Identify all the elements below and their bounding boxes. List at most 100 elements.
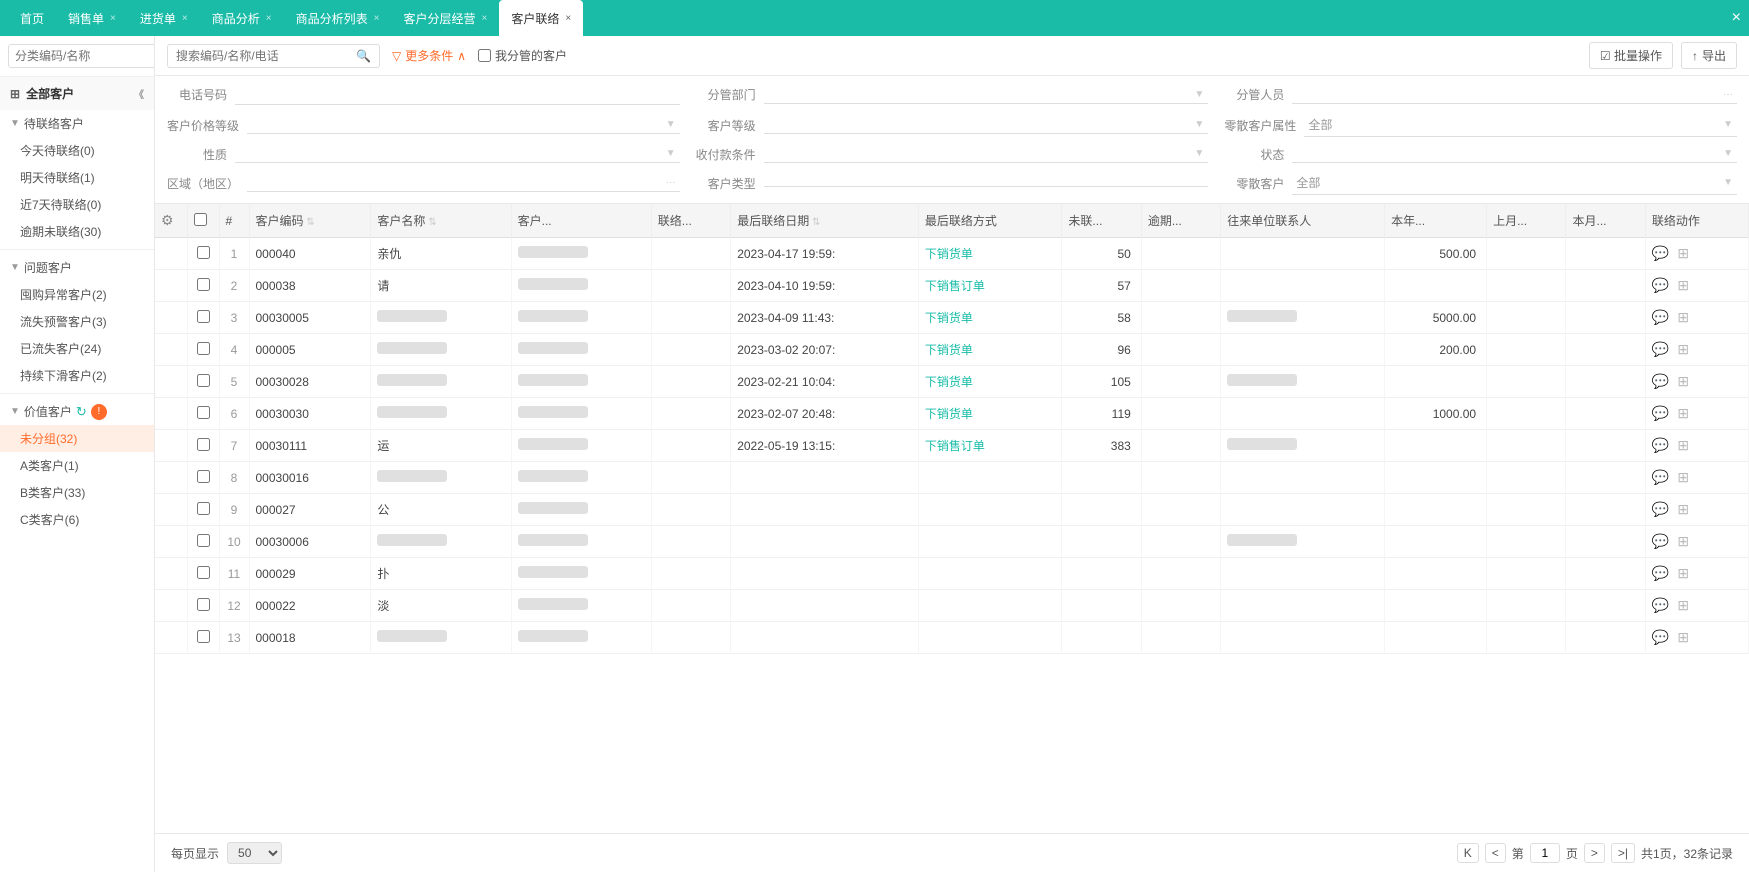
- grid-action-icon[interactable]: ⊞: [1677, 533, 1689, 550]
- row-checkbox[interactable]: [197, 310, 210, 323]
- tab-customer-tier[interactable]: 客户分层经营 ×: [391, 0, 499, 36]
- status-select[interactable]: ▼: [1292, 145, 1737, 163]
- grid-action-icon[interactable]: ⊞: [1677, 469, 1689, 486]
- col-code[interactable]: 客户编码: [249, 204, 371, 238]
- chat-icon[interactable]: 💬: [1652, 565, 1669, 582]
- tab-purchase-close[interactable]: ×: [182, 13, 188, 24]
- chat-icon[interactable]: 💬: [1652, 469, 1669, 486]
- last-method-link[interactable]: 下销售订单: [925, 279, 985, 293]
- chat-icon[interactable]: 💬: [1652, 277, 1669, 294]
- tab-product-analysis-close[interactable]: ×: [266, 13, 272, 24]
- row-checkbox[interactable]: [197, 470, 210, 483]
- retail-attr-select[interactable]: 全部 ▼: [1304, 113, 1737, 137]
- tab-product-analysis-list-close[interactable]: ×: [374, 13, 380, 24]
- sidebar-item-churn-warning[interactable]: 流失预警客户(3): [0, 308, 154, 335]
- tab-product-analysis[interactable]: 商品分析 ×: [200, 0, 284, 36]
- row-checkbox[interactable]: [197, 342, 210, 355]
- chat-icon[interactable]: 💬: [1652, 501, 1669, 518]
- row-checkbox[interactable]: [197, 630, 210, 643]
- grid-action-icon[interactable]: ⊞: [1677, 597, 1689, 614]
- col-last-date[interactable]: 最后联络日期: [731, 204, 919, 238]
- last-method-link[interactable]: 下销货单: [925, 375, 973, 389]
- next-page-btn[interactable]: >: [1584, 843, 1605, 863]
- row-checkbox[interactable]: [197, 566, 210, 579]
- last-method-link[interactable]: 下销货单: [925, 343, 973, 357]
- export-button[interactable]: ↑ 导出: [1681, 42, 1737, 69]
- row-checkbox[interactable]: [197, 438, 210, 451]
- grid-action-icon[interactable]: ⊞: [1677, 405, 1689, 422]
- tab-home[interactable]: 首页: [8, 0, 56, 36]
- last-method-link[interactable]: 下销货单: [925, 311, 973, 325]
- first-page-btn[interactable]: K: [1457, 843, 1479, 863]
- last-page-btn[interactable]: >|: [1611, 843, 1635, 863]
- row-checkbox[interactable]: [197, 598, 210, 611]
- window-close-icon[interactable]: ×: [1732, 9, 1741, 27]
- sidebar-item-tomorrow[interactable]: 明天待联络(1): [0, 164, 154, 191]
- sidebar-group-problem[interactable]: ▼ 问题客户: [0, 254, 154, 281]
- dept-select[interactable]: ▼: [764, 86, 1209, 104]
- sidebar-item-declining[interactable]: 持续下滑客户(2): [0, 362, 154, 389]
- search-input[interactable]: [176, 49, 356, 63]
- last-method-link[interactable]: 下销货单: [925, 407, 973, 421]
- chat-icon[interactable]: 💬: [1652, 437, 1669, 454]
- customer-type-select[interactable]: [764, 180, 1209, 187]
- page-input[interactable]: [1530, 843, 1560, 863]
- prev-page-btn[interactable]: <: [1485, 843, 1506, 863]
- customer-grade-select[interactable]: ▼: [764, 116, 1209, 134]
- col-settings[interactable]: ⚙: [155, 204, 187, 238]
- retail-customer-select[interactable]: 全部 ▼: [1292, 171, 1737, 195]
- tab-sales[interactable]: 销售单 ×: [56, 0, 128, 36]
- row-checkbox[interactable]: [197, 502, 210, 515]
- chat-icon[interactable]: 💬: [1652, 373, 1669, 390]
- chat-icon[interactable]: 💬: [1652, 341, 1669, 358]
- tab-customer-tier-close[interactable]: ×: [481, 13, 487, 24]
- sidebar-item-today[interactable]: 今天待联络(0): [0, 137, 154, 164]
- grid-action-icon[interactable]: ⊞: [1677, 373, 1689, 390]
- search-icon[interactable]: 🔍: [356, 49, 371, 63]
- chat-icon[interactable]: 💬: [1652, 597, 1669, 614]
- col-name[interactable]: 客户名称: [371, 204, 511, 238]
- sidebar-search-input[interactable]: [8, 44, 155, 68]
- more-conditions-btn[interactable]: ▽ 更多条件 ∧: [392, 47, 466, 64]
- row-checkbox[interactable]: [197, 406, 210, 419]
- sidebar-item-class-c[interactable]: C类客户(6): [0, 506, 154, 533]
- payment-select[interactable]: ▼: [764, 145, 1209, 163]
- row-checkbox[interactable]: [197, 374, 210, 387]
- chat-icon[interactable]: 💬: [1652, 405, 1669, 422]
- sidebar-item-abnormal[interactable]: 囤购异常客户(2): [0, 281, 154, 308]
- sidebar-item-7days[interactable]: 近7天待联络(0): [0, 191, 154, 218]
- select-all-checkbox[interactable]: [194, 213, 207, 226]
- batch-op-button[interactable]: ☑ 批量操作: [1589, 42, 1673, 69]
- grid-action-icon[interactable]: ⊞: [1677, 277, 1689, 294]
- sidebar-item-class-a[interactable]: A类客户(1): [0, 452, 154, 479]
- page-size-select[interactable]: 50 100 200: [227, 842, 282, 864]
- sidebar-group-value[interactable]: ▼ 价值客户 ↻ !: [0, 398, 154, 425]
- tab-purchase[interactable]: 进货单 ×: [128, 0, 200, 36]
- row-checkbox[interactable]: [197, 534, 210, 547]
- last-method-link[interactable]: 下销货单: [925, 247, 973, 261]
- tab-customer-contact[interactable]: 客户联络 ×: [499, 0, 583, 36]
- area-select[interactable]: ···: [247, 174, 680, 192]
- grid-action-icon[interactable]: ⊞: [1677, 501, 1689, 518]
- sidebar-collapse-icon[interactable]: 《: [134, 86, 144, 101]
- grid-action-icon[interactable]: ⊞: [1677, 245, 1689, 262]
- chat-icon[interactable]: 💬: [1652, 629, 1669, 646]
- my-customers-checkbox[interactable]: 我分管的客户: [478, 47, 567, 64]
- chat-icon[interactable]: 💬: [1652, 533, 1669, 550]
- price-grade-select[interactable]: ▼: [247, 116, 680, 134]
- grid-action-icon[interactable]: ⊞: [1677, 629, 1689, 646]
- tab-product-analysis-list[interactable]: 商品分析列表 ×: [284, 0, 392, 36]
- grid-action-icon[interactable]: ⊞: [1677, 437, 1689, 454]
- sidebar-item-class-b[interactable]: B类客户(33): [0, 479, 154, 506]
- row-checkbox[interactable]: [197, 278, 210, 291]
- sidebar-item-ungrouped[interactable]: 未分组(32): [0, 425, 154, 452]
- tab-sales-close[interactable]: ×: [110, 13, 116, 24]
- grid-action-icon[interactable]: ⊞: [1677, 309, 1689, 326]
- settings-icon[interactable]: ⚙: [161, 212, 174, 228]
- chat-icon[interactable]: 💬: [1652, 309, 1669, 326]
- sidebar-group-pending[interactable]: ▼ 待联络客户: [0, 110, 154, 137]
- chat-icon[interactable]: 💬: [1652, 245, 1669, 262]
- sidebar-all-customers[interactable]: ⊞ 全部客户 《: [0, 77, 154, 110]
- tab-customer-contact-close[interactable]: ×: [565, 13, 571, 24]
- grid-action-icon[interactable]: ⊞: [1677, 565, 1689, 582]
